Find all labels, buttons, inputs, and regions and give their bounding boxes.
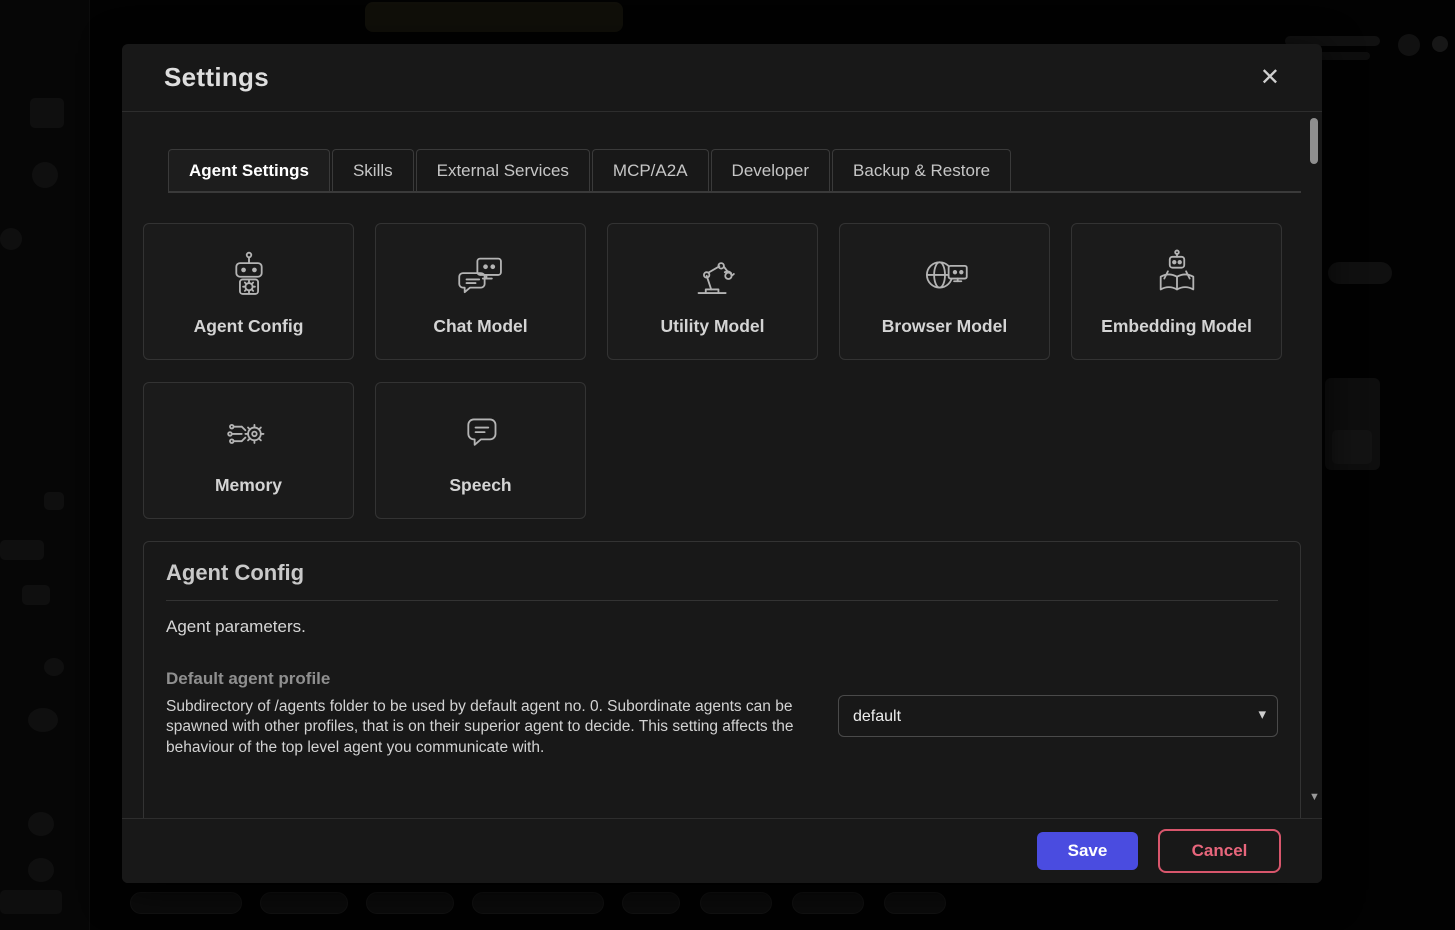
chip-gear-icon	[220, 406, 278, 465]
tab-external-services[interactable]: External Services	[416, 149, 590, 191]
card-label: Utility Model	[660, 316, 764, 337]
robot-icon	[220, 247, 278, 306]
modal-title: Settings	[164, 62, 269, 93]
default-agent-profile-select[interactable]: default	[838, 695, 1278, 737]
tab-backup-restore[interactable]: Backup & Restore	[832, 149, 1011, 191]
settings-modal: Settings ✕ Agent Settings Skills Externa…	[122, 44, 1322, 883]
cancel-button[interactable]: Cancel	[1158, 829, 1281, 873]
tab-developer[interactable]: Developer	[711, 149, 831, 191]
card-chat-model[interactable]: Chat Model	[375, 223, 586, 360]
field-label: Default agent profile	[166, 669, 814, 689]
modal-content: Agent Settings Skills External Services …	[122, 113, 1322, 818]
globe-monitor-icon	[916, 247, 974, 306]
card-label: Speech	[449, 475, 511, 496]
default-agent-profile-field: Default agent profile Subdirectory of /a…	[166, 669, 1278, 758]
card-speech[interactable]: Speech	[375, 382, 586, 519]
chat-monitor-icon	[452, 247, 510, 306]
tab-mcp-a2a[interactable]: MCP/A2A	[592, 149, 709, 191]
card-memory[interactable]: Memory	[143, 382, 354, 519]
modal-scrollbar[interactable]: ▼	[1310, 114, 1319, 817]
section-separator	[166, 600, 1278, 601]
card-utility-model[interactable]: Utility Model	[607, 223, 818, 360]
app-root: Settings ✕ Agent Settings Skills Externa…	[0, 0, 1455, 930]
close-icon[interactable]: ✕	[1260, 66, 1280, 90]
card-embedding-model[interactable]: Embedding Model	[1071, 223, 1282, 360]
robot-arm-icon	[684, 247, 742, 306]
field-text: Default agent profile Subdirectory of /a…	[166, 669, 814, 758]
modal-footer: Save Cancel	[122, 818, 1322, 883]
tab-bar: Agent Settings Skills External Services …	[168, 149, 1301, 193]
modal-header: Settings ✕	[122, 44, 1322, 112]
agent-config-section: Agent Config Agent parameters. Default a…	[143, 541, 1301, 818]
save-button[interactable]: Save	[1037, 832, 1138, 870]
tab-skills[interactable]: Skills	[332, 149, 414, 191]
tab-agent-settings[interactable]: Agent Settings	[168, 149, 330, 191]
scrollbar-thumb[interactable]	[1310, 118, 1318, 164]
card-label: Browser Model	[882, 316, 1007, 337]
robot-book-icon	[1148, 247, 1206, 306]
section-title: Agent Config	[166, 560, 1278, 586]
speech-bubble-icon	[452, 406, 510, 465]
card-label: Memory	[215, 475, 282, 496]
settings-card-grid: Agent Config Chat Model	[143, 223, 1301, 519]
card-browser-model[interactable]: Browser Model	[839, 223, 1050, 360]
card-label: Embedding Model	[1101, 316, 1252, 337]
card-label: Agent Config	[194, 316, 304, 337]
card-label: Chat Model	[433, 316, 527, 337]
field-control: default ▾	[838, 695, 1278, 737]
card-agent-config[interactable]: Agent Config	[143, 223, 354, 360]
section-description: Agent parameters.	[166, 617, 1278, 637]
scroll-down-arrow[interactable]: ▼	[1309, 791, 1320, 803]
field-description: Subdirectory of /agents folder to be use…	[166, 697, 814, 758]
